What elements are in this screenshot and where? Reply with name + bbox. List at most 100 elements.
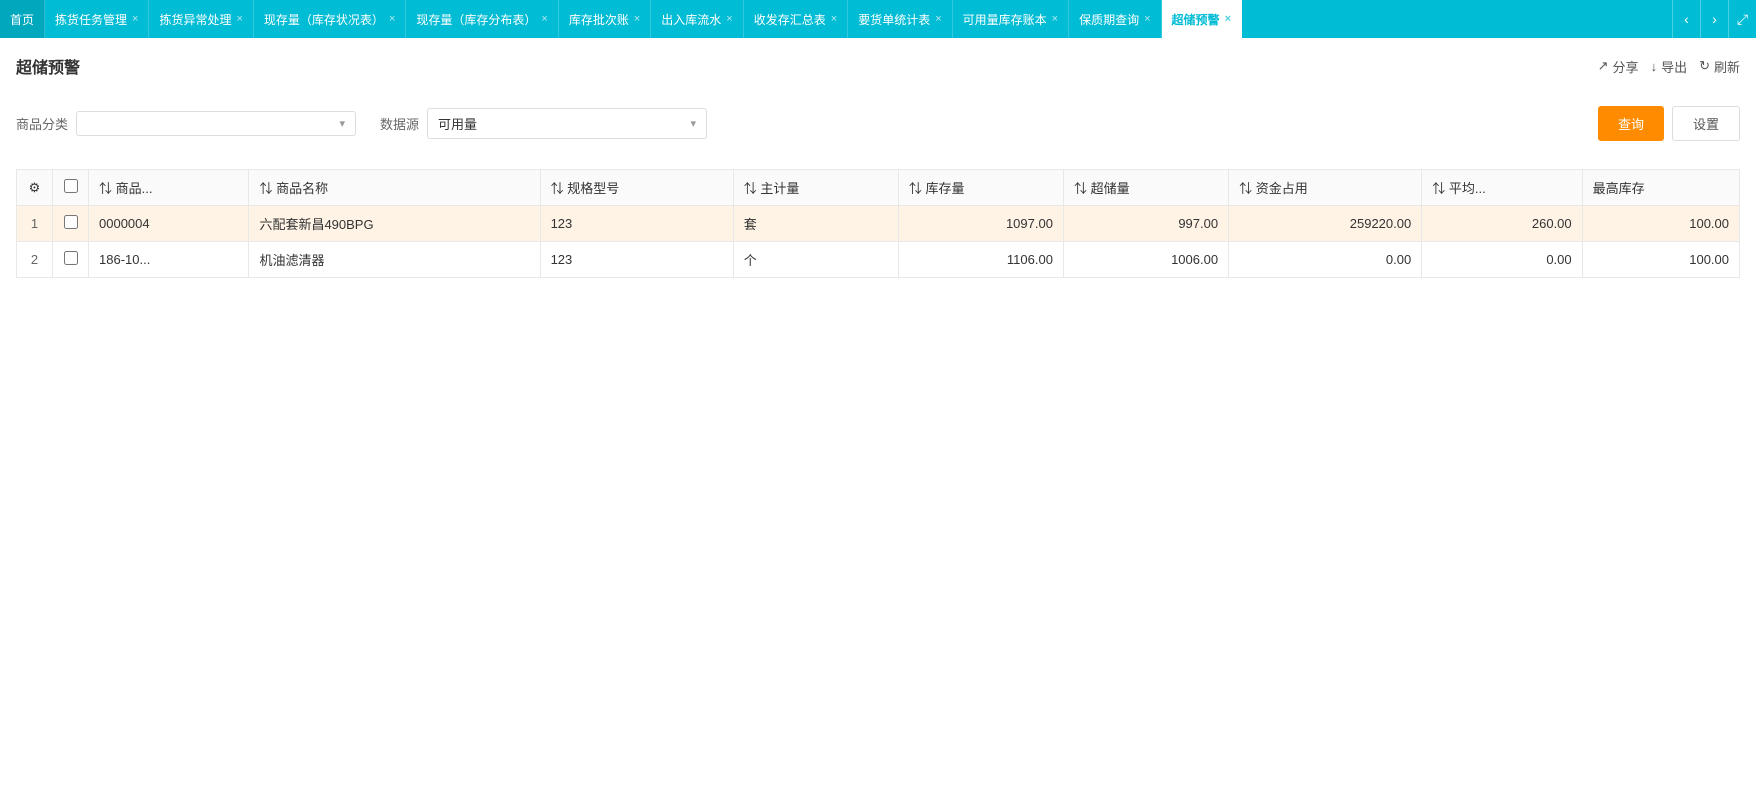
th-product-code-sort-icon: ⇅ (99, 181, 112, 196)
row-checkbox-2[interactable] (64, 251, 78, 265)
row-product-code: 186-10... (89, 242, 249, 278)
refresh-button[interactable]: ↻ 刷新 (1699, 57, 1740, 76)
table-row: 1 0000004 六配套新昌490BPG 123 套 1097.00 997.… (17, 206, 1740, 242)
nav-item-----[interactable]: 超储预警× (1162, 0, 1242, 38)
nav-close-icon[interactable]: × (831, 13, 837, 25)
row-capital: 0.00 (1229, 242, 1422, 278)
row-overstock: 1006.00 (1063, 242, 1228, 278)
row-product-name: 六配套新昌490BPG (249, 206, 540, 242)
nav-item-----------[interactable]: 现存量（库存状况表）× (254, 0, 406, 38)
nav-close-icon[interactable]: × (1144, 13, 1150, 25)
th-avg-label: 平均... (1449, 181, 1486, 196)
row-stock: 1106.00 (898, 242, 1063, 278)
refresh-icon: ↻ (1699, 58, 1710, 74)
nav-arrows: ‹ › ⤢ (1672, 0, 1756, 38)
nav-item------[interactable]: 出入库流水× (651, 0, 743, 38)
share-icon: ↗ (1598, 58, 1609, 74)
row-product-code: 0000004 (89, 206, 249, 242)
gear-icon[interactable]: ⚙ (29, 180, 41, 195)
nav-close-icon[interactable]: × (1225, 13, 1231, 25)
th-avg: ⇅ 平均... (1422, 170, 1582, 206)
nav-expand-button[interactable]: ⤢ (1728, 0, 1756, 38)
nav-item-------[interactable]: 拣货异常处理× (149, 0, 253, 38)
filter-row: 商品分类 ▾ 数据源 可用量 ▾ 查询 设置 (16, 94, 1740, 153)
data-table: ⚙ ⇅ 商品... ⇅ 商品名称 ⇅ 规格型号 ⇅ (16, 169, 1740, 278)
query-button[interactable]: 查询 (1598, 106, 1664, 141)
nav-close-icon[interactable]: × (541, 13, 547, 25)
row-avg: 0.00 (1422, 242, 1582, 278)
category-select[interactable]: ▾ (76, 111, 356, 136)
export-label: 导出 (1661, 57, 1687, 76)
th-product-name: ⇅ 商品名称 (249, 170, 540, 206)
th-spec-label: 规格型号 (567, 181, 619, 196)
export-icon: ↓ (1651, 59, 1658, 74)
th-product-code: ⇅ 商品... (89, 170, 249, 206)
table-header: ⚙ ⇅ 商品... ⇅ 商品名称 ⇅ 规格型号 ⇅ (17, 170, 1740, 206)
th-overstock: ⇅ 超储量 (1063, 170, 1228, 206)
nav-close-icon[interactable]: × (132, 13, 138, 25)
th-stock-label: 库存量 (925, 181, 964, 196)
table-row: 2 186-10... 机油滤清器 123 个 1106.00 1006.00 … (17, 242, 1740, 278)
th-product-name-label: 商品名称 (276, 181, 328, 196)
th-capital-label: 资金占用 (1256, 181, 1308, 196)
th-stock: ⇅ 库存量 (898, 170, 1063, 206)
row-product-name: 机油滤清器 (249, 242, 540, 278)
datasource-select[interactable]: 可用量 ▾ (427, 108, 707, 139)
th-unit-label: 主计量 (760, 181, 799, 196)
category-chevron-icon: ▾ (339, 117, 345, 130)
nav-close-icon[interactable]: × (389, 13, 395, 25)
datasource-label: 数据源 (380, 114, 419, 133)
th-checkbox (53, 170, 89, 206)
nav-close-icon[interactable]: × (935, 13, 941, 25)
category-label: 商品分类 (16, 114, 68, 133)
nav-item--------[interactable]: 可用量库存账本× (953, 0, 1069, 38)
share-button[interactable]: ↗ 分享 (1598, 57, 1639, 76)
datasource-chevron-icon: ▾ (691, 117, 697, 130)
row-checkbox-cell (53, 206, 89, 242)
category-filter: 商品分类 ▾ (16, 111, 356, 136)
th-product-name-sort-icon: ⇅ (259, 181, 272, 196)
export-button[interactable]: ↓ 导出 (1651, 57, 1688, 76)
th-gear: ⚙ (17, 170, 53, 206)
th-capital: ⇅ 资金占用 (1229, 170, 1422, 206)
nav-item-----------[interactable]: 现存量（库存分布表）× (406, 0, 558, 38)
th-max-stock: 最高库存 (1582, 170, 1739, 206)
th-stock-sort-icon: ⇅ (909, 181, 922, 196)
nav-item---[interactable]: 首页 (0, 0, 45, 38)
nav-close-icon[interactable]: × (634, 13, 640, 25)
nav-item------[interactable]: 库存批次账× (559, 0, 651, 38)
row-capital: 259220.00 (1229, 206, 1422, 242)
select-all-checkbox[interactable] (64, 179, 78, 193)
nav-item-------[interactable]: 拣货任务管理× (45, 0, 149, 38)
settings-button[interactable]: 设置 (1672, 106, 1740, 141)
row-unit: 个 (733, 242, 898, 278)
nav-close-icon[interactable]: × (1052, 13, 1058, 25)
nav-prev-button[interactable]: ‹ (1672, 0, 1700, 38)
header-actions: ↗ 分享 ↓ 导出 ↻ 刷新 (1598, 57, 1740, 76)
th-avg-sort-icon: ⇅ (1432, 181, 1445, 196)
main-content: 超储预警 ↗ 分享 ↓ 导出 ↻ 刷新 商品分类 ▾ 数据源 (0, 38, 1756, 800)
row-max-stock: 100.00 (1582, 206, 1739, 242)
th-overstock-sort-icon: ⇅ (1074, 181, 1087, 196)
row-avg: 260.00 (1422, 206, 1582, 242)
filter-actions: 查询 设置 (1598, 106, 1740, 141)
nav-close-icon[interactable]: × (236, 13, 242, 25)
nav-item-------[interactable]: 要货单统计表× (848, 0, 952, 38)
row-checkbox-1[interactable] (64, 215, 78, 229)
nav-close-icon[interactable]: × (726, 13, 732, 25)
row-checkbox-cell (53, 242, 89, 278)
top-nav: 首页拣货任务管理×拣货异常处理×现存量（库存状况表）×现存量（库存分布表）×库存… (0, 0, 1756, 38)
th-product-code-label: 商品... (116, 181, 153, 196)
datasource-select-value: 可用量 (438, 114, 477, 133)
nav-next-button[interactable]: › (1700, 0, 1728, 38)
page-header: 超储预警 ↗ 分享 ↓ 导出 ↻ 刷新 (16, 54, 1740, 78)
th-max-stock-label: 最高库存 (1593, 181, 1645, 196)
nav-item------[interactable]: 保质期查询× (1069, 0, 1161, 38)
row-overstock: 997.00 (1063, 206, 1228, 242)
refresh-label: 刷新 (1714, 57, 1740, 76)
share-label: 分享 (1613, 57, 1639, 76)
th-capital-sort-icon: ⇅ (1239, 181, 1252, 196)
nav-item-------[interactable]: 收发存汇总表× (744, 0, 848, 38)
row-stock: 1097.00 (898, 206, 1063, 242)
table-body: 1 0000004 六配套新昌490BPG 123 套 1097.00 997.… (17, 206, 1740, 278)
